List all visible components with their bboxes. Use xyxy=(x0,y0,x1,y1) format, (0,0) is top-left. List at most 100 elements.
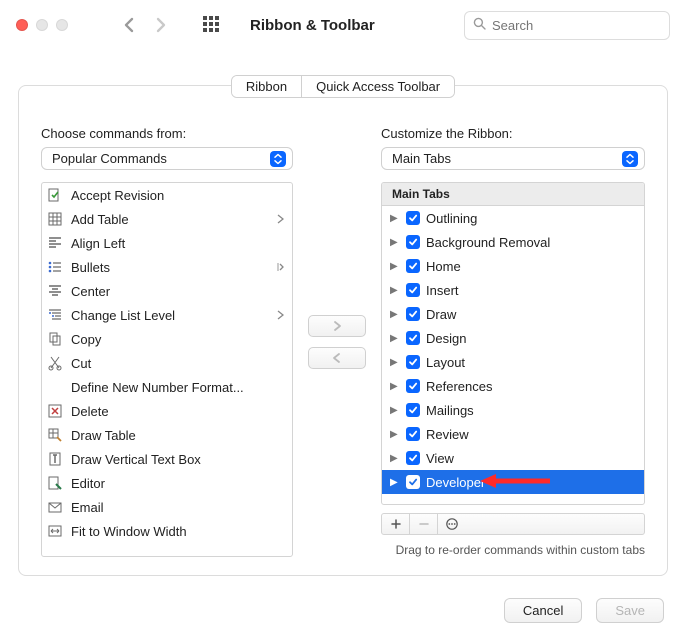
tab-checkbox[interactable] xyxy=(406,235,420,249)
ribbon-tab-row[interactable]: ▶ Draw xyxy=(382,302,644,326)
command-label: Copy xyxy=(71,332,101,347)
window-title: Ribbon & Toolbar xyxy=(250,17,375,34)
close-window-button[interactable] xyxy=(16,19,28,31)
command-label: Align Left xyxy=(71,236,125,251)
preferences-window: Ribbon & Toolbar Ribbon Quick Access Too… xyxy=(0,0,686,633)
ribbon-tab-label: Mailings xyxy=(426,403,474,418)
ribbon-tab-row[interactable]: ▶ References xyxy=(382,374,644,398)
submenu-indicator-icon xyxy=(272,260,284,275)
disclosure-triangle-icon[interactable]: ▶ xyxy=(390,453,400,464)
ribbon-tab-row[interactable]: ▶Developer xyxy=(382,470,644,494)
table-icon xyxy=(46,211,63,227)
options-button[interactable] xyxy=(438,514,466,534)
cut-icon xyxy=(46,355,63,371)
ribbon-tab-row[interactable]: ▶View xyxy=(382,446,644,470)
command-label: Cut xyxy=(71,356,91,371)
save-button[interactable]: Save xyxy=(596,598,664,623)
zoom-window-button[interactable] xyxy=(56,19,68,31)
command-label: Editor xyxy=(71,476,105,491)
command-row[interactable]: Draw Vertical Text Box xyxy=(42,447,292,471)
disclosure-triangle-icon[interactable]: ▶ xyxy=(390,405,400,416)
commands-dropdown[interactable]: Popular Commands xyxy=(41,147,293,170)
search-input[interactable] xyxy=(492,18,668,33)
disclosure-triangle-icon[interactable]: ▶ xyxy=(390,477,400,488)
command-label: Bullets xyxy=(71,260,110,275)
add-command-button[interactable] xyxy=(308,315,366,337)
command-row[interactable]: Align Left xyxy=(42,231,292,255)
ribbon-tab-row[interactable]: ▶ Background Removal xyxy=(382,230,644,254)
editor-icon xyxy=(46,475,63,491)
disclosure-triangle-icon[interactable]: ▶ xyxy=(390,261,400,272)
ribbon-tab-row[interactable]: ▶Home xyxy=(382,254,644,278)
ribbon-tab-row[interactable]: ▶Review xyxy=(382,422,644,446)
tab-checkbox[interactable] xyxy=(406,451,420,465)
ribbon-tab-row[interactable]: ▶Design xyxy=(382,326,644,350)
command-row[interactable]: Email xyxy=(42,495,292,519)
tab-checkbox[interactable] xyxy=(406,427,420,441)
tab-checkbox[interactable] xyxy=(406,403,420,417)
ribbon-tab-row[interactable]: ▶Layout xyxy=(382,350,644,374)
ribbon-tree-header: Main Tabs xyxy=(382,183,644,206)
commands-list[interactable]: Accept RevisionAdd Table Align Left Bullet… xyxy=(41,182,293,557)
disclosure-triangle-icon[interactable]: ▶ xyxy=(390,333,400,344)
disclosure-triangle-icon[interactable]: ▶ xyxy=(390,309,400,320)
back-button[interactable] xyxy=(124,17,135,33)
command-row[interactable]: Center xyxy=(42,279,292,303)
ribbon-tab-label: Insert xyxy=(426,283,459,298)
tab-ribbon[interactable]: Ribbon xyxy=(232,76,301,97)
tab-checkbox[interactable] xyxy=(406,283,420,297)
ribbon-tree[interactable]: Main Tabs ▶Outlining▶Background Removal▶… xyxy=(381,182,645,505)
command-row[interactable]: Change List Level xyxy=(42,303,292,327)
remove-tab-button[interactable] xyxy=(410,514,438,534)
command-row[interactable]: Copy xyxy=(42,327,292,351)
titlebar: Ribbon & Toolbar xyxy=(0,0,686,50)
tab-checkbox[interactable] xyxy=(406,475,420,489)
tab-checkbox[interactable] xyxy=(406,307,420,321)
add-tab-button[interactable] xyxy=(382,514,410,534)
ribbon-tab-label: Background Removal xyxy=(426,235,550,250)
drawtable-icon xyxy=(46,427,63,443)
nav-arrows xyxy=(124,17,166,33)
command-row[interactable]: Cut xyxy=(42,351,292,375)
tab-checkbox[interactable] xyxy=(406,379,420,393)
none-icon xyxy=(46,379,63,395)
listlevel-icon xyxy=(46,307,63,323)
ribbon-tab-row[interactable]: ▶ Insert xyxy=(382,278,644,302)
command-label: Draw Vertical Text Box xyxy=(71,452,201,467)
disclosure-triangle-icon[interactable]: ▶ xyxy=(390,213,400,224)
disclosure-triangle-icon[interactable]: ▶ xyxy=(390,285,400,296)
command-row[interactable]: Fit to Window Width xyxy=(42,519,292,543)
disclosure-triangle-icon[interactable]: ▶ xyxy=(390,357,400,368)
command-row[interactable]: Accept Revision xyxy=(42,183,292,207)
command-row[interactable]: Define New Number Format... xyxy=(42,375,292,399)
disclosure-triangle-icon[interactable]: ▶ xyxy=(390,381,400,392)
ribbon-dropdown[interactable]: Main Tabs xyxy=(381,147,645,170)
tab-checkbox[interactable] xyxy=(406,331,420,345)
minimize-window-button[interactable] xyxy=(36,19,48,31)
command-label: Delete xyxy=(71,404,109,419)
command-label: Email xyxy=(71,500,104,515)
transfer-buttons xyxy=(307,126,367,557)
tab-quick-access-toolbar[interactable]: Quick Access Toolbar xyxy=(301,76,454,97)
search-field[interactable] xyxy=(464,11,670,40)
disclosure-triangle-icon[interactable]: ▶ xyxy=(390,237,400,248)
ribbon-tab-label: References xyxy=(426,379,492,394)
command-row[interactable]: Bullets xyxy=(42,255,292,279)
command-row[interactable]: Editor xyxy=(42,471,292,495)
command-row[interactable]: Draw Table xyxy=(42,423,292,447)
tab-checkbox[interactable] xyxy=(406,259,420,273)
command-row[interactable]: Delete xyxy=(42,399,292,423)
email-icon xyxy=(46,499,63,515)
cancel-button[interactable]: Cancel xyxy=(504,598,582,623)
ribbon-tab-row[interactable]: ▶Outlining xyxy=(382,206,644,230)
command-row[interactable]: Add Table xyxy=(42,207,292,231)
search-icon xyxy=(473,17,486,33)
remove-command-button[interactable] xyxy=(308,347,366,369)
ribbon-tab-label: Draw xyxy=(426,307,456,322)
disclosure-triangle-icon[interactable]: ▶ xyxy=(390,429,400,440)
show-all-icon[interactable] xyxy=(202,15,220,36)
tab-checkbox[interactable] xyxy=(406,211,420,225)
ribbon-tab-row[interactable]: ▶ Mailings xyxy=(382,398,644,422)
forward-button[interactable] xyxy=(155,17,166,33)
tab-checkbox[interactable] xyxy=(406,355,420,369)
